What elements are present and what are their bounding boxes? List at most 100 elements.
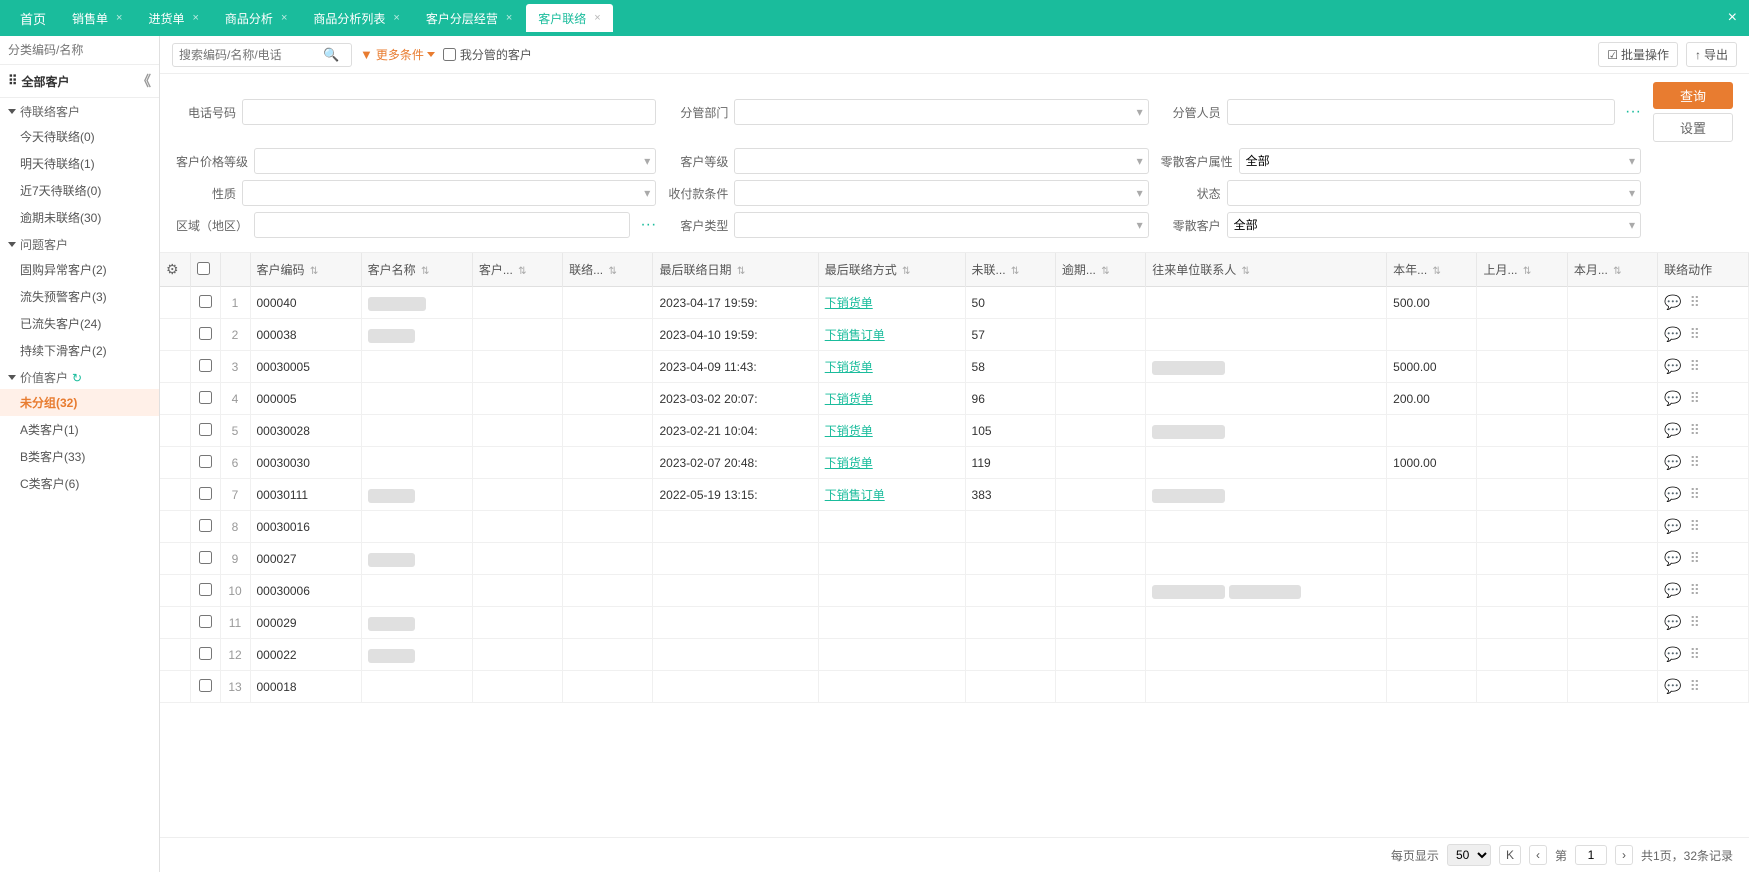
td-checkbox[interactable] bbox=[190, 479, 220, 511]
grid-action-icon[interactable]: ⠿ bbox=[1690, 678, 1700, 695]
batch-op-button[interactable]: ☑ 批量操作 bbox=[1598, 42, 1678, 67]
th-last-method[interactable]: 最后联络方式 ⇅ bbox=[818, 253, 965, 287]
filter-cust-level-select[interactable] bbox=[734, 148, 1148, 174]
filter-payment-select-wrap[interactable] bbox=[734, 180, 1148, 206]
filter-status-select[interactable] bbox=[1227, 180, 1641, 206]
last-method-link[interactable]: 下销货单 bbox=[825, 360, 873, 374]
my-customers-checkbox[interactable] bbox=[443, 48, 456, 61]
sidebar-item-unclassified[interactable]: 未分组(32) bbox=[0, 389, 159, 416]
filter-payment-select[interactable] bbox=[734, 180, 1148, 206]
filter-nature-select[interactable] bbox=[242, 180, 656, 206]
th-code[interactable]: 客户编码 ⇅ bbox=[250, 253, 361, 287]
close-customer-tier-tab[interactable]: × bbox=[506, 12, 512, 24]
td-checkbox[interactable] bbox=[190, 383, 220, 415]
phone-action-icon[interactable]: 💬 bbox=[1664, 390, 1681, 407]
nav-tab-customer-contact[interactable]: 客户联络 × bbox=[526, 4, 612, 32]
sidebar-item-churn-warning[interactable]: 流失预警客户(3) bbox=[0, 283, 159, 310]
row-checkbox[interactable] bbox=[199, 679, 212, 692]
last-method-link[interactable]: 下销货单 bbox=[825, 296, 873, 310]
row-checkbox[interactable] bbox=[199, 647, 212, 660]
next-page-button[interactable]: › bbox=[1615, 845, 1633, 865]
td-checkbox[interactable] bbox=[190, 671, 220, 703]
row-checkbox[interactable] bbox=[199, 359, 212, 372]
grid-action-icon[interactable]: ⠿ bbox=[1690, 582, 1700, 599]
td-checkbox[interactable] bbox=[190, 511, 220, 543]
last-method-link[interactable]: 下销售订单 bbox=[825, 488, 885, 502]
filter-region-input[interactable] bbox=[254, 212, 630, 238]
td-checkbox[interactable] bbox=[190, 639, 220, 671]
th-name[interactable]: 客户名称 ⇅ bbox=[361, 253, 472, 287]
phone-action-icon[interactable]: 💬 bbox=[1664, 486, 1681, 503]
close-sales-tab[interactable]: × bbox=[116, 12, 122, 24]
page-input[interactable] bbox=[1575, 845, 1607, 865]
th-last-month[interactable]: 上月... ⇅ bbox=[1477, 253, 1567, 287]
phone-action-icon[interactable]: 💬 bbox=[1664, 614, 1681, 631]
th-cust-type[interactable]: 客户... ⇅ bbox=[472, 253, 562, 287]
last-method-link[interactable]: 下销货单 bbox=[825, 424, 873, 438]
row-checkbox[interactable] bbox=[199, 615, 212, 628]
filter-dept-select-wrap[interactable] bbox=[734, 99, 1148, 125]
sidebar-item-tomorrow[interactable]: 明天待联络(1) bbox=[0, 150, 159, 177]
gear-icon[interactable]: ⚙ bbox=[166, 261, 179, 277]
td-last-method[interactable]: 下销售订单 bbox=[818, 319, 965, 351]
nav-tab-analysis[interactable]: 商品分析 × bbox=[213, 4, 299, 32]
search-box[interactable]: 🔍 bbox=[172, 43, 352, 67]
row-checkbox[interactable] bbox=[199, 455, 212, 468]
close-customer-contact-tab[interactable]: × bbox=[594, 12, 600, 24]
filter-retail-cust-select[interactable]: 全部 bbox=[1227, 212, 1641, 238]
phone-action-icon[interactable]: 💬 bbox=[1664, 678, 1681, 695]
prev-page-button[interactable]: ‹ bbox=[1529, 845, 1547, 865]
filter-retail-attr-select-wrap[interactable]: 全部 bbox=[1239, 148, 1641, 174]
row-checkbox[interactable] bbox=[199, 327, 212, 340]
per-page-select[interactable]: 50 bbox=[1447, 844, 1491, 866]
grid-action-icon[interactable]: ⠿ bbox=[1690, 614, 1700, 631]
th-this-year[interactable]: 本年... ⇅ bbox=[1387, 253, 1477, 287]
filter-cust-type-select-wrap[interactable] bbox=[734, 212, 1148, 238]
filter-cust-type-select[interactable] bbox=[734, 212, 1148, 238]
grid-action-icon[interactable]: ⠿ bbox=[1690, 294, 1700, 311]
phone-action-icon[interactable]: 💬 bbox=[1664, 422, 1681, 439]
row-checkbox[interactable] bbox=[199, 391, 212, 404]
close-purchase-tab[interactable]: × bbox=[192, 12, 198, 24]
filter-cust-level-select-wrap[interactable] bbox=[734, 148, 1148, 174]
nav-tab-sales[interactable]: 销售单 × bbox=[60, 4, 134, 32]
td-checkbox[interactable] bbox=[190, 351, 220, 383]
refresh-icon[interactable]: ↻ bbox=[72, 371, 82, 385]
query-button[interactable]: 查询 bbox=[1653, 82, 1733, 109]
td-last-method[interactable]: 下销货单 bbox=[818, 415, 965, 447]
sidebar-item-group-c[interactable]: C类客户(6) bbox=[0, 470, 159, 497]
nav-tab-customer-tier[interactable]: 客户分层经营 × bbox=[414, 4, 524, 32]
th-gear[interactable]: ⚙ bbox=[160, 253, 190, 287]
sidebar-search-box[interactable]: 🔍 bbox=[0, 36, 159, 65]
phone-action-icon[interactable]: 💬 bbox=[1664, 326, 1681, 343]
th-last-date[interactable]: 最后联络日期 ⇅ bbox=[653, 253, 818, 287]
filter-retail-attr-select[interactable]: 全部 bbox=[1239, 148, 1641, 174]
filter-nature-select-wrap[interactable] bbox=[242, 180, 656, 206]
row-checkbox[interactable] bbox=[199, 295, 212, 308]
th-checkbox[interactable] bbox=[190, 253, 220, 287]
td-checkbox[interactable] bbox=[190, 575, 220, 607]
sidebar-group-problem[interactable]: 问题客户 bbox=[0, 231, 159, 256]
sidebar-item-declining[interactable]: 持续下滑客户(2) bbox=[0, 337, 159, 364]
close-analysis-tab[interactable]: × bbox=[281, 12, 287, 24]
grid-action-icon[interactable]: ⠿ bbox=[1690, 422, 1700, 439]
phone-action-icon[interactable]: 💬 bbox=[1664, 518, 1681, 535]
reset-button[interactable]: 设置 bbox=[1653, 113, 1733, 142]
filter-manager-input[interactable] bbox=[1227, 99, 1615, 125]
grid-action-icon[interactable]: ⠿ bbox=[1690, 454, 1700, 471]
td-checkbox[interactable] bbox=[190, 319, 220, 351]
nav-home[interactable]: 首页 bbox=[8, 9, 58, 28]
filter-dept-select[interactable] bbox=[734, 99, 1148, 125]
select-all-checkbox[interactable] bbox=[197, 262, 210, 275]
filter-retail-cust-select-wrap[interactable]: 全部 bbox=[1227, 212, 1641, 238]
grid-action-icon[interactable]: ⠿ bbox=[1690, 646, 1700, 663]
last-method-link[interactable]: 下销货单 bbox=[825, 392, 873, 406]
td-checkbox[interactable] bbox=[190, 607, 220, 639]
sidebar-item-today[interactable]: 今天待联络(0) bbox=[0, 123, 159, 150]
nav-tab-analysis-list[interactable]: 商品分析列表 × bbox=[301, 4, 411, 32]
grid-action-icon[interactable]: ⠿ bbox=[1690, 550, 1700, 567]
region-dots-button[interactable]: ··· bbox=[640, 216, 656, 234]
th-unlink-days[interactable]: 未联... ⇅ bbox=[965, 253, 1055, 287]
row-checkbox[interactable] bbox=[199, 583, 212, 596]
sidebar-group-waiting[interactable]: 待联络客户 bbox=[0, 98, 159, 123]
